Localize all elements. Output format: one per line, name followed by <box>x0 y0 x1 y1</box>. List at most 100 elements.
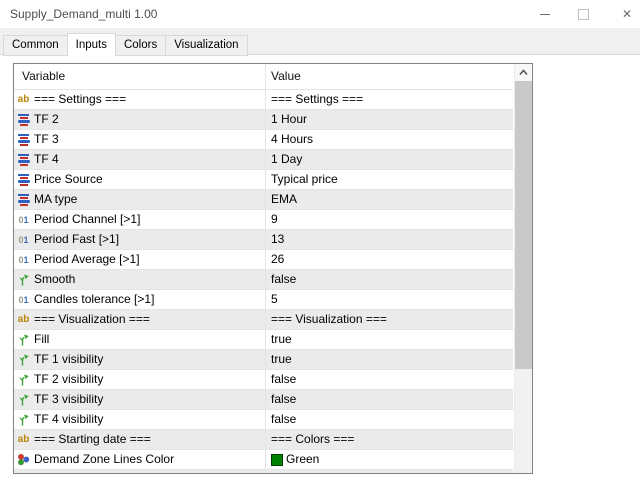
variable-cell: TF 3 <box>17 130 59 149</box>
variable-name: Demand Zone Lines Color <box>34 452 175 466</box>
color-swatch <box>271 453 283 466</box>
variable-name: MA type <box>34 192 78 206</box>
value-text: false <box>271 372 297 386</box>
value-cell[interactable]: === Settings === <box>265 90 513 109</box>
variable-cell: Supply Zone Lines Color <box>17 470 165 473</box>
table-row[interactable]: 01 Candles tolerance [>1] 5 <box>14 290 513 310</box>
value-text: === Settings === <box>271 92 364 106</box>
int-icon: 01 <box>18 254 29 265</box>
table-row[interactable]: TF 4 visibility false <box>14 410 513 430</box>
int-icon: 01 <box>18 214 29 225</box>
value-cell[interactable]: 4 Hours <box>265 130 513 149</box>
maximize-button[interactable] <box>566 0 600 28</box>
minimize-button[interactable] <box>528 0 562 28</box>
value-text: 1 Day <box>271 152 303 166</box>
tab-common[interactable]: Common <box>3 35 68 56</box>
variable-name: TF 3 <box>34 132 59 146</box>
value-cell[interactable]: Red <box>265 470 513 473</box>
variable-name: === Settings === <box>34 92 127 106</box>
table-row[interactable]: TF 2 1 Hour <box>14 110 513 130</box>
value-cell[interactable]: EMA <box>265 190 513 209</box>
variable-cell: MA type <box>17 190 77 209</box>
value-cell[interactable]: false <box>265 270 513 289</box>
variable-cell: ab === Settings === <box>17 90 126 109</box>
value-text: === Colors === <box>271 432 355 446</box>
value-cell[interactable]: 9 <box>265 210 513 229</box>
table-row[interactable]: TF 4 1 Day <box>14 150 513 170</box>
maximize-icon <box>577 8 589 20</box>
value-cell[interactable]: 13 <box>265 230 513 249</box>
int-icon: 01 <box>18 294 29 305</box>
value-cell[interactable]: true <box>265 350 513 369</box>
value-cell[interactable]: 5 <box>265 290 513 309</box>
value-cell[interactable]: === Colors === <box>265 430 513 449</box>
value-cell[interactable]: 26 <box>265 250 513 269</box>
enum-icon <box>17 173 30 186</box>
value-cell[interactable]: 1 Day <box>265 150 513 169</box>
value-text: EMA <box>271 192 298 206</box>
dialog-body: Common Inputs Colors Visualization Variable… <box>0 28 640 480</box>
column-header-value: Value <box>271 69 301 83</box>
table-row[interactable]: Smooth false <box>14 270 513 290</box>
value-cell[interactable]: Green <box>265 450 513 469</box>
tab-visualization[interactable]: Visualization <box>165 35 248 56</box>
value-text: false <box>271 272 297 286</box>
vertical-scrollbar[interactable] <box>514 64 532 473</box>
variable-name: TF 4 <box>34 152 59 166</box>
tab-inputs[interactable]: Inputs <box>66 33 116 57</box>
dialog-window: Supply_Demand_multi 1.00 ✕ Common Inputs C… <box>0 0 640 480</box>
variable-name: Fill <box>34 332 50 346</box>
variable-name: Period Channel [>1] <box>34 212 141 226</box>
value-text: true <box>271 352 292 366</box>
value-text: false <box>271 392 297 406</box>
variable-name: TF 1 visibility <box>34 352 104 366</box>
enum-icon <box>17 133 30 146</box>
column-header-variable: Variable <box>22 69 66 83</box>
value-text: 1 Hour <box>271 112 308 126</box>
table-row[interactable]: ab === Settings === === Settings === <box>14 90 513 110</box>
scrollbar-thumb[interactable] <box>515 81 532 369</box>
table-row[interactable]: ab === Visualization === === Visualization… <box>14 310 513 330</box>
value-cell[interactable]: false <box>265 410 513 429</box>
value-text: Red <box>286 470 308 473</box>
value-cell[interactable]: false <box>265 370 513 389</box>
table-row[interactable]: TF 3 visibility false <box>14 390 513 410</box>
table-row[interactable]: TF 1 visibility true <box>14 350 513 370</box>
int-icon: 01 <box>18 234 29 245</box>
value-cell[interactable]: === Visualization === <box>265 310 513 329</box>
variable-cell: TF 4 <box>17 150 59 169</box>
bool-icon <box>17 353 30 366</box>
table-row[interactable]: Demand Zone Lines Color Green <box>14 450 513 470</box>
value-text: 13 <box>271 232 285 246</box>
variable-name: TF 4 visibility <box>34 412 104 426</box>
value-text: Green <box>286 452 320 466</box>
table-row[interactable]: ab === Starting date === === Colors === <box>14 430 513 450</box>
variable-name: Period Average [>1] <box>34 252 140 266</box>
value-cell[interactable]: Typical price <box>265 170 513 189</box>
variable-name: Price Source <box>34 172 103 186</box>
enum-icon <box>17 153 30 166</box>
table-row[interactable]: Price Source Typical price <box>14 170 513 190</box>
string-icon: ab <box>17 314 30 325</box>
value-cell[interactable]: false <box>265 390 513 409</box>
color-icon <box>17 453 30 466</box>
bool-icon <box>17 373 30 386</box>
variable-cell: TF 1 visibility <box>17 350 103 369</box>
table-row[interactable]: Supply Zone Lines Color Red <box>14 470 513 473</box>
table-row[interactable]: TF 2 visibility false <box>14 370 513 390</box>
table-row[interactable]: TF 3 4 Hours <box>14 130 513 150</box>
table-row[interactable]: 01 Period Average [>1] 26 <box>14 250 513 270</box>
value-cell[interactable]: 1 Hour <box>265 110 513 129</box>
variable-cell: Price Source <box>17 170 103 189</box>
value-text: 26 <box>271 252 285 266</box>
table-row[interactable]: 01 Period Channel [>1] 9 <box>14 210 513 230</box>
chevron-up-icon <box>519 69 528 76</box>
enum-icon <box>17 193 30 206</box>
tab-colors[interactable]: Colors <box>114 35 167 56</box>
close-button[interactable]: ✕ <box>610 0 640 28</box>
table-row[interactable]: MA type EMA <box>14 190 513 210</box>
value-cell[interactable]: true <box>265 330 513 349</box>
scroll-up-button[interactable] <box>515 64 532 81</box>
table-row[interactable]: 01 Period Fast [>1] 13 <box>14 230 513 250</box>
table-row[interactable]: Fill true <box>14 330 513 350</box>
